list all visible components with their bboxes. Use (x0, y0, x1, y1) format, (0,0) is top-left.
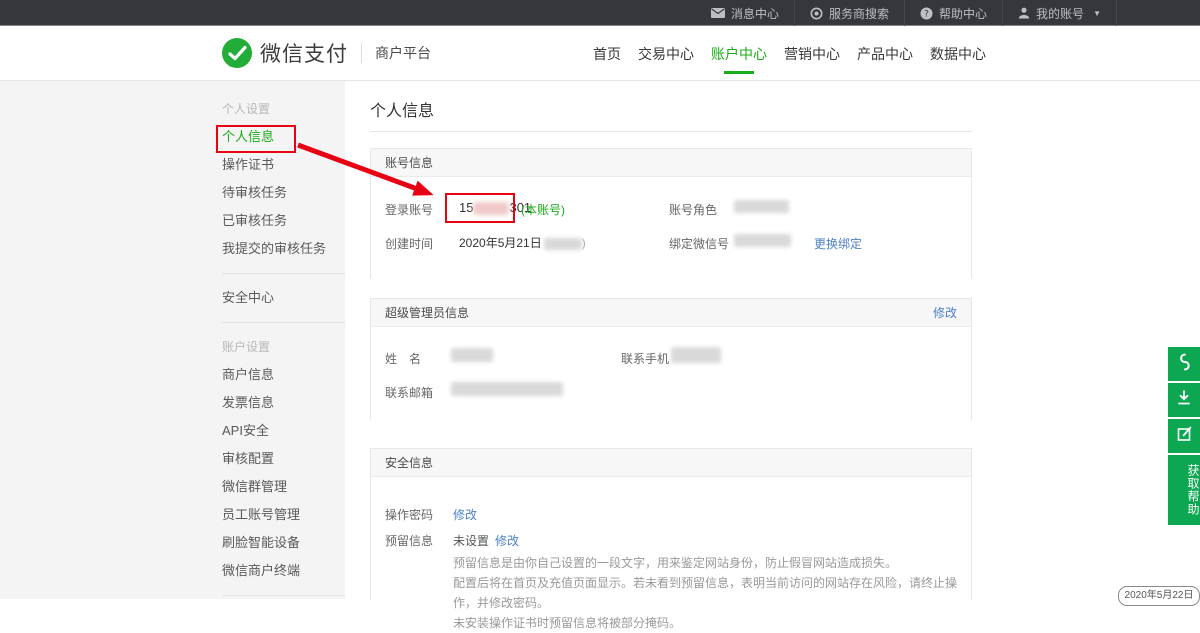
phone-label: 联系手机 (621, 350, 669, 367)
reserved-edit-link[interactable]: 修改 (495, 532, 519, 549)
security-info-title: 安全信息 (385, 454, 433, 471)
download-icon (1176, 389, 1192, 411)
login-account-label: 登录账号 (385, 201, 433, 218)
floating-help-widget: 获取帮助 (1168, 347, 1200, 525)
created-time-value: 2020年5月21日) (459, 234, 586, 251)
created-time-label: 创建时间 (385, 235, 433, 252)
sidebar-item-api-security[interactable]: API安全 (222, 417, 345, 445)
my-account-label: 我的账号 (1036, 5, 1084, 22)
reserved-status: 未设置 (453, 532, 489, 549)
redacted-name (451, 348, 493, 362)
name-label: 姓 名 (385, 350, 421, 367)
user-icon (1018, 7, 1030, 19)
mail-icon (711, 8, 725, 18)
svg-text:?: ? (924, 9, 929, 19)
topbar: 消息中心 服务商搜索 ? 帮助中心 我的账号 ▼ (0, 0, 1200, 26)
header: 微信支付 商户平台 首页 交易中心 账户中心 营销中心 产品中心 数据中心 (0, 26, 1200, 81)
sidebar-item-merchant-info[interactable]: 商户信息 (222, 361, 345, 389)
nav-data-center[interactable]: 数据中心 (930, 26, 986, 82)
sidebar-item-wechat-merchant-terminal[interactable]: 微信商户终端 (222, 557, 345, 585)
logo-text: 微信支付 (260, 38, 348, 68)
admin-edit-link[interactable]: 修改 (933, 304, 957, 321)
nav-transaction-center[interactable]: 交易中心 (638, 26, 694, 82)
bound-wechat-label: 绑定微信号 (669, 235, 729, 252)
main-content: 个人信息 账号信息 登录账号 15301 (本账号) 账号角色 创建时间 202… (345, 81, 1200, 599)
my-account-menu[interactable]: 我的账号 ▼ (1002, 0, 1117, 26)
get-help-button[interactable]: 获取帮助 (1168, 455, 1200, 525)
logo-separator (361, 43, 362, 63)
sidebar-group-personal-settings: 个人设置 (222, 95, 345, 123)
rebind-link[interactable]: 更换绑定 (814, 235, 862, 252)
reserved-desc-line3: 未安装操作证书时预留信息将被部分掩码。 (453, 613, 973, 633)
link-button[interactable] (1168, 347, 1200, 381)
nav-account-center[interactable]: 账户中心 (711, 26, 767, 82)
reserved-info-label: 预留信息 (385, 532, 433, 549)
redacted-phone (671, 347, 721, 363)
sidebar-divider (222, 322, 345, 323)
nav-home[interactable]: 首页 (593, 26, 621, 82)
sidebar-item-personal-info[interactable]: 个人信息 (222, 123, 345, 151)
sp-search-button[interactable]: 服务商搜索 (794, 0, 904, 26)
reserved-desc-line2: 配置后将在首页及充值页面显示。若未看到预留信息，表明当前访问的网站存在风险，请终… (453, 573, 973, 613)
sidebar-group-account-settings: 账户设置 (222, 333, 345, 361)
nav-marketing-center[interactable]: 营销中心 (784, 26, 840, 82)
portal-label: 商户平台 (375, 43, 431, 63)
account-role-label: 账号角色 (669, 201, 717, 218)
link-icon (1175, 351, 1193, 378)
sidebar-item-face-smart-device[interactable]: 刷脸智能设备 (222, 529, 345, 557)
sidebar-item-wechat-group-mgmt[interactable]: 微信群管理 (222, 473, 345, 501)
feedback-button[interactable] (1168, 419, 1200, 453)
message-center-label: 消息中心 (731, 5, 779, 22)
message-center-button[interactable]: 消息中心 (696, 0, 794, 26)
sidebar-item-my-submitted-tasks[interactable]: 我提交的审核任务 (222, 235, 345, 263)
nav-product-center[interactable]: 产品中心 (857, 26, 913, 82)
title-divider (370, 131, 972, 132)
download-button[interactable] (1168, 383, 1200, 417)
search-icon (810, 7, 823, 20)
edit-icon (1176, 425, 1193, 447)
date-tooltip: 2020年5月22日 (1118, 586, 1200, 606)
sidebar-divider (222, 273, 345, 274)
wechat-pay-logo[interactable]: 微信支付 商户平台 (222, 38, 431, 68)
account-info-title: 账号信息 (385, 154, 433, 171)
sidebar-item-operation-certificate[interactable]: 操作证书 (222, 151, 345, 179)
password-edit-link[interactable]: 修改 (453, 506, 477, 523)
help-center-button[interactable]: ? 帮助中心 (904, 0, 1002, 26)
wechat-bubble-icon (222, 38, 252, 68)
admin-info-title: 超级管理员信息 (385, 304, 469, 321)
email-label: 联系邮箱 (385, 384, 433, 401)
redacted-account-role (734, 200, 789, 213)
page-title: 个人信息 (370, 97, 434, 121)
current-account-tag: (本账号) (521, 201, 565, 218)
sidebar: 个人设置 个人信息 操作证书 待审核任务 已审核任务 我提交的审核任务 安全中心… (0, 81, 345, 599)
operation-password-label: 操作密码 (385, 506, 433, 523)
main-nav: 首页 交易中心 账户中心 营销中心 产品中心 数据中心 (593, 26, 986, 81)
admin-info-section: 超级管理员信息 修改 姓 名 联系手机 联系邮箱 (370, 298, 972, 420)
sidebar-item-staff-account-mgmt[interactable]: 员工账号管理 (222, 501, 345, 529)
chevron-down-icon: ▼ (1093, 9, 1101, 18)
sp-search-label: 服务商搜索 (829, 5, 889, 22)
sidebar-item-invoice-info[interactable]: 发票信息 (222, 389, 345, 417)
sidebar-item-reviewed-tasks[interactable]: 已审核任务 (222, 207, 345, 235)
security-info-section: 安全信息 操作密码 修改 预留信息 未设置 修改 预留信息是由你自己设置的一段文… (370, 448, 972, 600)
question-icon: ? (920, 7, 933, 20)
sidebar-item-security-center[interactable]: 安全中心 (222, 284, 345, 312)
sidebar-item-pending-review-tasks[interactable]: 待审核任务 (222, 179, 345, 207)
sidebar-divider (222, 595, 345, 596)
redacted-wechat-id (734, 234, 791, 247)
sidebar-item-review-config[interactable]: 审核配置 (222, 445, 345, 473)
redacted-login-digits (473, 202, 509, 215)
redacted-email (451, 382, 563, 396)
reserved-desc-line1: 预留信息是由你自己设置的一段文字，用来鉴定网站身份，防止假冒网站造成损失。 (453, 553, 973, 573)
account-info-section: 账号信息 登录账号 15301 (本账号) 账号角色 创建时间 2020年5月2… (370, 148, 972, 278)
help-center-label: 帮助中心 (939, 5, 987, 22)
